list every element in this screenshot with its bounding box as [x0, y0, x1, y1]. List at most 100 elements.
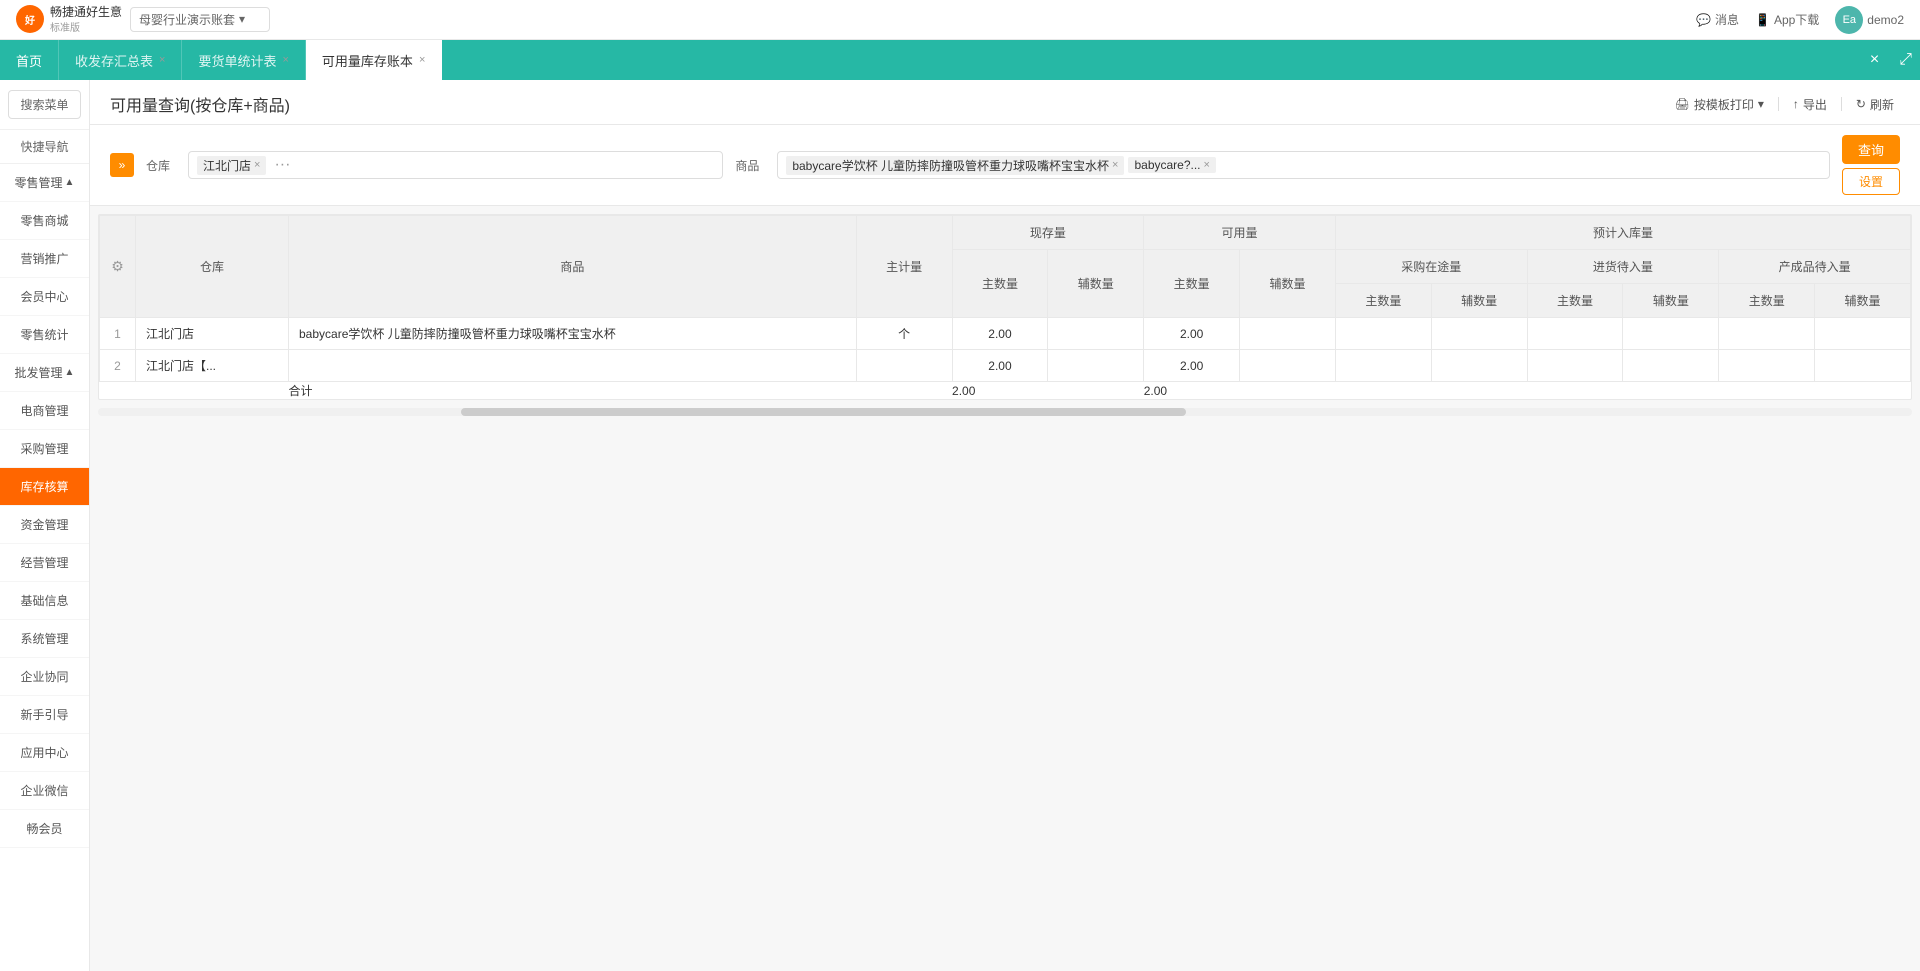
sidebar-item-vip[interactable]: 畅会员	[0, 810, 89, 848]
sidebar-item-inventory[interactable]: 库存核算	[0, 468, 89, 506]
warehouse-filter-input[interactable]: 江北门店 × ···	[188, 151, 723, 179]
logo-sub: 标准版	[50, 19, 122, 34]
setting-btn[interactable]: 设置	[1842, 168, 1900, 195]
product-tag-2-close[interactable]: ×	[1204, 159, 1210, 171]
sidebar-item-purchase[interactable]: 采购管理	[0, 430, 89, 468]
user-profile-btn[interactable]: Ea demo2	[1835, 6, 1904, 34]
sidebar-item-ecommerce[interactable]: 电商管理	[0, 392, 89, 430]
tab-stock-summary[interactable]: 收发存汇总表 ×	[59, 40, 182, 80]
sidebar-item-label: 零售统计	[20, 326, 68, 343]
template-selector-text: 母婴行业演示账套	[139, 11, 235, 28]
summary-row: 合计 2.00 2.00	[100, 382, 1911, 400]
tab-home-label: 首页	[16, 51, 42, 70]
row-incoming-main-1	[1527, 318, 1623, 350]
export-icon: ↑	[1793, 97, 1799, 111]
row-unit-2	[856, 350, 952, 382]
filter-toggle-btn[interactable]: »	[110, 153, 134, 177]
sidebar-item-finance[interactable]: 资金管理	[0, 506, 89, 544]
logo-icon: 好	[16, 5, 44, 33]
sidebar-item-label: 企业协同	[20, 668, 68, 685]
th-purchase-main: 主数量	[1335, 284, 1431, 318]
sidebar-item-basic-info[interactable]: 基础信息	[0, 582, 89, 620]
product-tag-2: babycare?... ×	[1128, 157, 1215, 173]
product-filter-label: 商品	[735, 157, 765, 174]
product-tag-1-close[interactable]: ×	[1112, 159, 1118, 171]
search-menu-btn[interactable]: 搜索菜单	[8, 90, 81, 119]
sidebar-item-guide[interactable]: 新手引导	[0, 696, 89, 734]
sidebar-search-area: 搜索菜单	[0, 80, 89, 130]
message-icon: 💬	[1696, 13, 1711, 27]
warehouse-tag-text: 江北门店	[203, 157, 251, 174]
th-stock-aux: 辅数量	[1048, 250, 1144, 318]
row-product-aux-1	[1815, 318, 1911, 350]
row-stock-main-1: 2.00	[952, 318, 1048, 350]
row-no-2: 2	[100, 350, 136, 382]
export-btn[interactable]: ↑ 导出	[1787, 93, 1833, 116]
tab-available-stock-label: 可用量库存账本	[322, 51, 413, 70]
summary-avail-main: 2.00	[1144, 382, 1240, 400]
page-actions: 🖨 按模板打印 ▾ ↑ 导出 ↻ 刷新	[1669, 93, 1900, 116]
tab-close-icon[interactable]: ×	[159, 54, 165, 66]
refresh-btn[interactable]: ↻ 刷新	[1850, 93, 1900, 116]
horizontal-scrollbar[interactable]	[98, 408, 1912, 416]
tab-close-icon[interactable]: ×	[419, 54, 425, 66]
warehouse-filter-dots[interactable]: ···	[274, 156, 290, 174]
sidebar-item-label: 电商管理	[20, 402, 68, 419]
scrollbar-thumb[interactable]	[461, 408, 1187, 416]
sidebar-item-retail-mall[interactable]: 零售商城	[0, 202, 89, 240]
top-bar-left: 好 畅捷通好生意 标准版 母婴行业演示账套 ▾	[16, 5, 270, 34]
print-btn[interactable]: 🖨 按模板打印 ▾	[1669, 93, 1770, 116]
th-avail-group: 可用量	[1144, 216, 1336, 250]
filter-actions: 查询 设置	[1842, 135, 1900, 195]
product-tag-1: babycare学饮杯 儿童防摔防撞吸管杯重力球吸嘴杯宝宝水杯 ×	[786, 156, 1124, 175]
row-product-1: babycare学饮杯 儿童防摔防撞吸管杯重力球吸嘴杯宝宝水杯	[289, 318, 857, 350]
top-bar: 好 畅捷通好生意 标准版 母婴行业演示账套 ▾ 💬 消息 📱 App下载 Ea …	[0, 0, 1920, 40]
settings-icon[interactable]: ⚙	[111, 258, 124, 274]
sidebar: 搜索菜单 快捷导航 零售管理 ▲ 零售商城 营销推广 会员中心 零售统计 批发管…	[0, 80, 90, 971]
query-btn[interactable]: 查询	[1842, 135, 1900, 164]
tab-home[interactable]: 首页	[0, 40, 59, 80]
summary-label: 合计	[289, 382, 857, 400]
app-download-label: App下载	[1774, 11, 1819, 28]
app-download-btn[interactable]: 📱 App下载	[1755, 11, 1819, 28]
expand-btn[interactable]: ⤢	[1891, 51, 1920, 69]
th-purchase-group: 采购在途量	[1335, 250, 1527, 284]
nav-tabs: 首页 收发存汇总表 × 要货单统计表 × 可用量库存账本 × × ⤢	[0, 40, 1920, 80]
product-filter-input[interactable]: babycare学饮杯 儿童防摔防撞吸管杯重力球吸嘴杯宝宝水杯 × babyca…	[777, 151, 1830, 179]
sidebar-item-app-center[interactable]: 应用中心	[0, 734, 89, 772]
template-selector[interactable]: 母婴行业演示账套 ▾	[130, 7, 270, 32]
row-product-2	[289, 350, 857, 382]
sidebar-item-operations[interactable]: 经营管理	[0, 544, 89, 582]
row-avail-main-2: 2.00	[1144, 350, 1240, 382]
sidebar-item-wholesale-mgmt[interactable]: 批发管理 ▲	[0, 354, 89, 392]
sidebar-item-retail-mgmt[interactable]: 零售管理 ▲	[0, 164, 89, 202]
row-purchase-main-1	[1335, 318, 1431, 350]
summary-unit	[856, 382, 952, 400]
summary-incoming-aux	[1623, 382, 1719, 400]
sidebar-item-system[interactable]: 系统管理	[0, 620, 89, 658]
tab-close-icon[interactable]: ×	[282, 54, 288, 66]
sidebar-item-enterprise-collab[interactable]: 企业协同	[0, 658, 89, 696]
message-btn[interactable]: 💬 消息	[1696, 11, 1739, 28]
sidebar-quick-nav[interactable]: 快捷导航	[0, 130, 89, 164]
sidebar-item-label: 系统管理	[20, 630, 68, 647]
warehouse-tag-close[interactable]: ×	[254, 159, 260, 171]
sidebar-item-retail-stats[interactable]: 零售统计	[0, 316, 89, 354]
sidebar-item-members[interactable]: 会员中心	[0, 278, 89, 316]
sidebar-item-label: 会员中心	[20, 288, 68, 305]
sidebar-item-label: 经营管理	[20, 554, 68, 571]
row-product-aux-2	[1815, 350, 1911, 382]
refresh-label: 刷新	[1870, 96, 1894, 113]
close-all-tabs-btn[interactable]: ×	[1858, 51, 1891, 69]
row-stock-aux-2	[1048, 350, 1144, 382]
chevron-down-icon: ▾	[1758, 97, 1764, 111]
sidebar-item-marketing[interactable]: 营销推广	[0, 240, 89, 278]
tab-available-stock[interactable]: 可用量库存账本 ×	[306, 40, 442, 80]
row-stock-main-2: 2.00	[952, 350, 1048, 382]
sidebar-item-enterprise-wechat[interactable]: 企业微信	[0, 772, 89, 810]
tab-order-stats[interactable]: 要货单统计表 ×	[182, 40, 305, 80]
summary-stock-main: 2.00	[952, 382, 1048, 400]
th-stock-group: 现存量	[952, 216, 1144, 250]
export-label: 导出	[1803, 96, 1827, 113]
th-incoming-group: 进货待入量	[1527, 250, 1719, 284]
